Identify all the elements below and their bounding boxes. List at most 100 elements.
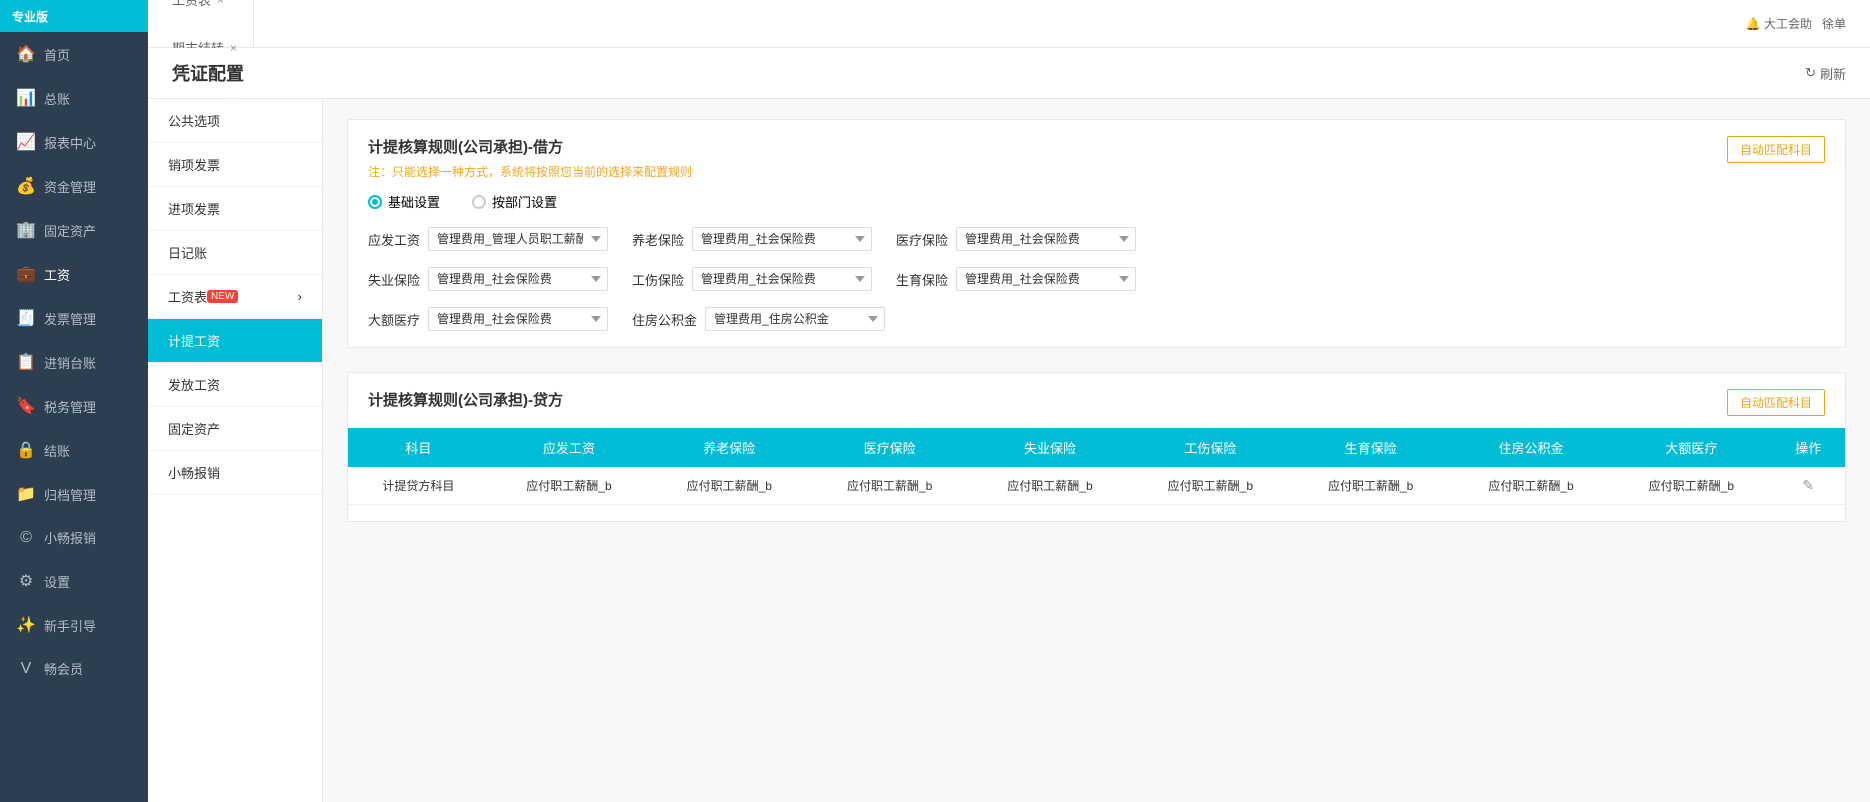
sidebar-item-invoice_mgmt[interactable]: 🧾 发票管理	[0, 296, 148, 340]
select-maternity[interactable]: 管理费用_社会保险费	[956, 267, 1136, 291]
section1-title: 计提核算规则(公司承担)-借方	[368, 136, 692, 157]
th-医疗保险: 医疗保险	[809, 428, 969, 467]
sidebar-item-archive[interactable]: 📁归档管理	[0, 472, 148, 516]
sidebar-item-xiaochang[interactable]: ©小畅报销	[0, 516, 148, 559]
page-header: 凭证配置 ↻ 刷新	[148, 48, 1870, 99]
refresh-label: 刷新	[1820, 64, 1846, 83]
left-nav-sales_invoice[interactable]: 销项发票	[148, 143, 322, 187]
select-work-injury[interactable]: 管理费用_社会保险费	[692, 267, 872, 291]
field-gross-salary: 应发工资 管理费用_管理人员职工薪酬	[368, 227, 608, 251]
section1-header: 计提核算规则(公司承担)-借方 注：只能选择一种方式，系统将按照您当前的选择来配…	[348, 120, 1845, 192]
tax-icon: 🔖	[16, 396, 36, 416]
select-medical[interactable]: 管理费用_社会保险费	[956, 227, 1136, 251]
th-生育保险: 生育保险	[1291, 428, 1451, 467]
left-nav-purchase_invoice[interactable]: 进项发票	[148, 187, 322, 231]
select-large-medical[interactable]: 管理费用_社会保险费	[428, 307, 608, 331]
archive-icon: 📁	[16, 484, 36, 504]
th-应发工资: 应发工资	[489, 428, 649, 467]
sidebar-label-guide: 新手引导	[44, 616, 96, 635]
select-housing-fund[interactable]: 管理费用_住房公积金	[705, 307, 885, 331]
left-nav-calc_salary[interactable]: 计提工资	[148, 319, 322, 363]
sidebar-item-salary[interactable]: 💼工资	[0, 252, 148, 296]
edit-icon[interactable]: ✎	[1802, 477, 1814, 493]
th-工伤保险: 工伤保险	[1130, 428, 1290, 467]
sidebar-label-invoice_mgmt: 发票管理	[44, 309, 96, 328]
auto-match-button-1[interactable]: 自动匹配科目	[1727, 136, 1825, 163]
sidebar-item-sales[interactable]: 📋 进销台账	[0, 340, 148, 384]
left-nav-payroll_table[interactable]: 工资表NEW›	[148, 275, 322, 319]
form-row-3: 大额医疗 管理费用_社会保险费 住房公积金 管理费用_住房公积金	[368, 307, 1825, 331]
auto-match-button-2[interactable]: 自动匹配科目	[1727, 389, 1825, 416]
close-icon: 🔒	[16, 440, 36, 460]
left-nav-xiaochang_expense[interactable]: 小畅报销	[148, 451, 322, 495]
field-medical: 医疗保险 管理费用_社会保险费	[896, 227, 1136, 251]
left-nav-public[interactable]: 公共选项	[148, 99, 322, 143]
th-大额医疗: 大额医疗	[1611, 428, 1771, 467]
radio-dept[interactable]: 按部门设置	[472, 192, 557, 211]
left-nav-label-calc_salary: 计提工资	[168, 331, 220, 350]
select-unemployment[interactable]: 管理费用_社会保险费	[428, 267, 608, 291]
chevron-payroll_table: ›	[298, 289, 302, 304]
page-title: 凭证配置	[172, 60, 244, 86]
radio-dept-label: 按部门设置	[492, 192, 557, 211]
reports-icon: 📈	[16, 132, 36, 152]
badge-payroll_table: NEW	[207, 290, 238, 303]
sidebar-item-assets[interactable]: 🏢固定资产	[0, 208, 148, 252]
th-养老保险: 养老保险	[649, 428, 809, 467]
sidebar-item-guide[interactable]: ✨新手引导	[0, 603, 148, 647]
form-row-1: 应发工资 管理费用_管理人员职工薪酬 养老保险 管理费用_社会保险费	[368, 227, 1825, 251]
sidebar-item-close[interactable]: 🔒 结账	[0, 428, 148, 472]
sidebar-item-funds[interactable]: 💰资金管理	[0, 164, 148, 208]
label-large-medical: 大额医疗	[368, 310, 420, 329]
sidebar-label-vip: 畅会员	[44, 659, 83, 678]
sidebar-item-settings[interactable]: ⚙设置	[0, 559, 148, 603]
sidebar-item-reports[interactable]: 📈报表中心	[0, 120, 148, 164]
sidebar-label-sales: 进销台账	[44, 353, 96, 372]
td-action[interactable]: ✎	[1772, 467, 1845, 505]
th-住房公积金: 住房公积金	[1451, 428, 1611, 467]
section-credit: 计提核算规则(公司承担)-贷方 自动匹配科目 科目应发工资养老保险医疗保险失业保…	[347, 372, 1846, 522]
td-value-3: 应付职工薪酬_b	[970, 467, 1130, 505]
sidebar-header: 专业版	[0, 0, 148, 32]
sidebar-item-home[interactable]: 🏠首页	[0, 32, 148, 76]
field-unemployment: 失业保险 管理费用_社会保险费	[368, 267, 608, 291]
radio-basic[interactable]: 基础设置	[368, 192, 440, 211]
tab-close-period_close[interactable]: ×	[230, 41, 237, 55]
select-gross-salary[interactable]: 管理费用_管理人员职工薪酬	[428, 227, 608, 251]
sidebar: 专业版 🏠首页📊总账📈报表中心💰资金管理🏢固定资产💼工资 🧾 发票管理 📋 进销台账 🔖税…	[0, 0, 148, 802]
left-nav-pay_salary[interactable]: 发放工资	[148, 363, 322, 407]
refresh-button[interactable]: ↻ 刷新	[1805, 64, 1846, 83]
select-pension[interactable]: 管理费用_社会保险费	[692, 227, 872, 251]
left-nav-fixed_assets[interactable]: 固定资产	[148, 407, 322, 451]
form-grid: 应发工资 管理费用_管理人员职工薪酬 养老保险 管理费用_社会保险费	[348, 227, 1845, 347]
invoice_mgmt-icon: 🧾	[16, 308, 36, 328]
left-nav-label-pay_salary: 发放工资	[168, 375, 220, 394]
left-nav-label-xiaochang_expense: 小畅报销	[168, 463, 220, 482]
app-title: 专业版	[12, 8, 48, 25]
funds-icon: 💰	[16, 176, 36, 196]
ledger-icon: 📊	[16, 88, 36, 108]
field-pension: 养老保险 管理费用_社会保险费	[632, 227, 872, 251]
tab-payroll[interactable]: 工资表×	[156, 0, 254, 24]
section2-header: 计提核算规则(公司承担)-贷方 自动匹配科目	[348, 373, 1845, 416]
credit-table: 科目应发工资养老保险医疗保险失业保险工伤保险生育保险住房公积金大额医疗操作 计提…	[348, 428, 1845, 505]
left-nav-journal[interactable]: 日记账	[148, 231, 322, 275]
sidebar-item-tax[interactable]: 🔖税务管理	[0, 384, 148, 428]
radio-group: 基础设置 按部门设置	[348, 192, 1845, 227]
left-nav-label-purchase_invoice: 进项发票	[168, 199, 220, 218]
th-操作: 操作	[1772, 428, 1845, 467]
label-work-injury: 工伤保险	[632, 270, 684, 289]
sidebar-label-close: 结账	[44, 441, 70, 460]
sidebar-label-settings: 设置	[44, 572, 70, 591]
tab-close-payroll[interactable]: ×	[217, 0, 224, 7]
sales-icon: 📋	[16, 352, 36, 372]
radio-dept-circle	[472, 195, 486, 209]
user-info: 🔔 大工会助 徐单	[1746, 15, 1862, 32]
label-medical: 医疗保险	[896, 230, 948, 249]
sidebar-item-ledger[interactable]: 📊总账	[0, 76, 148, 120]
radio-basic-label: 基础设置	[388, 192, 440, 211]
td-value-4: 应付职工薪酬_b	[1130, 467, 1290, 505]
sidebar-item-vip[interactable]: V畅会员	[0, 647, 148, 690]
tab-close-voucher_config[interactable]: ×	[230, 89, 237, 103]
label-maternity: 生育保险	[896, 270, 948, 289]
